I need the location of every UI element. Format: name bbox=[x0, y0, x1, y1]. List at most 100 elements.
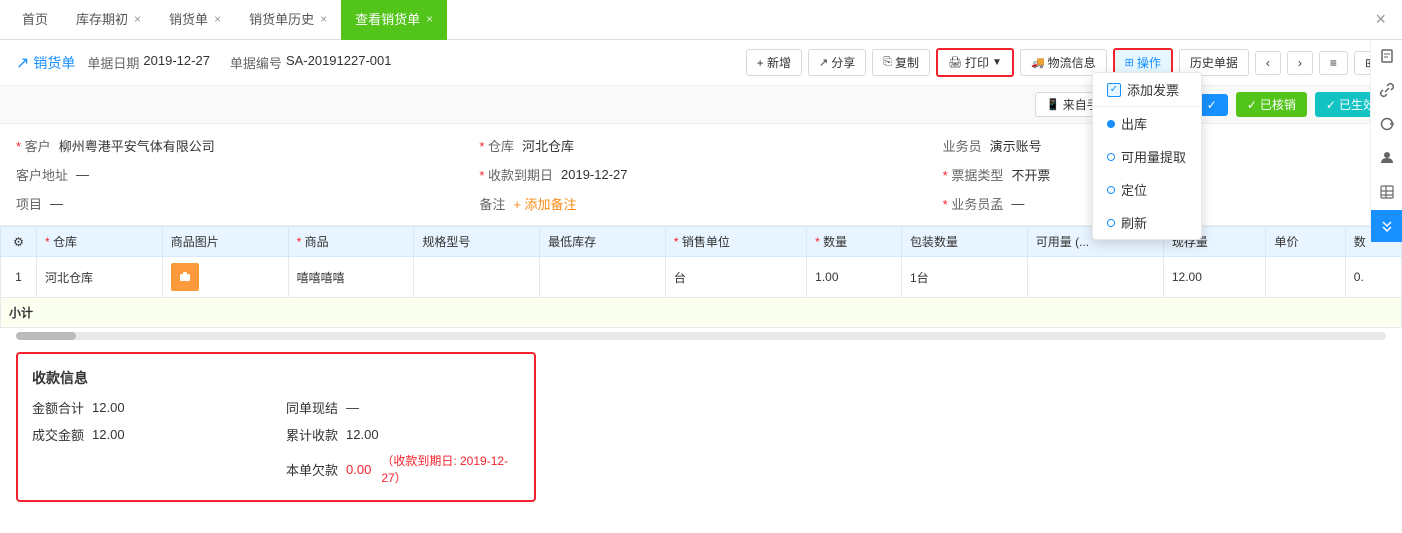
owed-value: 0.00 bbox=[346, 462, 371, 477]
tab-inventory[interactable]: 库存期初 × bbox=[62, 0, 155, 40]
dropdown-out-warehouse-label: 出库 bbox=[1121, 114, 1147, 133]
dropdown-available[interactable]: 可用量提取 bbox=[1093, 140, 1201, 173]
doc-date-field: 单据日期 2019-12-27 bbox=[87, 53, 210, 72]
same-order-label: 同单现结 bbox=[286, 398, 338, 417]
print-button[interactable]: 🖨 打印 ▼ bbox=[936, 48, 1014, 77]
horizontal-scrollbar[interactable] bbox=[16, 332, 1386, 340]
right-sidebar bbox=[1370, 40, 1402, 242]
payment-date-label: 收款到期日 bbox=[479, 165, 553, 184]
copy-button-label: 复制 bbox=[895, 54, 919, 71]
doc-date-value: 2019-12-27 bbox=[143, 53, 210, 72]
cumulative-value: 12.00 bbox=[346, 427, 379, 442]
row-available bbox=[1027, 257, 1163, 298]
tab-sales[interactable]: 销货单 × bbox=[155, 0, 235, 40]
deal-amount-label: 成交金额 bbox=[32, 425, 84, 444]
sidebar-table-icon[interactable] bbox=[1371, 176, 1402, 208]
product-table-wrapper: ⚙ * 仓库 商品图片 * 商品 规格型号 最低库存 * 销售单位 * 数量 包… bbox=[0, 226, 1402, 328]
sales-value: — bbox=[1011, 196, 1024, 211]
sidebar-document-icon[interactable] bbox=[1371, 40, 1402, 72]
tab-view-sales-label: 查看销货单 bbox=[355, 9, 420, 28]
new-button[interactable]: + 新增 bbox=[746, 49, 802, 76]
share-icon: ↗ bbox=[819, 56, 828, 69]
col-pack-qty: 包装数量 bbox=[902, 227, 1028, 257]
tab-sales-history-close[interactable]: × bbox=[320, 12, 327, 26]
window-close-button[interactable]: × bbox=[1367, 9, 1394, 30]
dropdown-add-invoice-label: 添加发票 bbox=[1127, 80, 1179, 99]
deal-amount-value: 12.00 bbox=[92, 427, 125, 442]
from-mobile-icon: 📱 bbox=[1046, 98, 1060, 111]
doc-title-area: ↗ 销货单 单据日期 2019-12-27 单据编号 SA-20191227-0… bbox=[16, 53, 391, 73]
row-img bbox=[162, 257, 288, 298]
payment-date-value: 2019-12-27 bbox=[561, 167, 628, 182]
same-order-value: — bbox=[346, 400, 359, 415]
product-image bbox=[171, 263, 199, 291]
doc-meta: 单据日期 2019-12-27 单据编号 SA-20191227-001 bbox=[87, 53, 391, 72]
address-label: 客户地址 bbox=[16, 165, 68, 184]
tab-view-sales-close[interactable]: × bbox=[426, 12, 433, 26]
view1-button[interactable]: ≡ bbox=[1319, 51, 1348, 75]
col-product: * 商品 bbox=[288, 227, 414, 257]
operation-button-label: 操作 bbox=[1137, 54, 1161, 71]
doc-number-field: 单据编号 SA-20191227-001 bbox=[230, 53, 392, 72]
share-button[interactable]: ↗ 分享 bbox=[808, 49, 866, 76]
customer-label: 客户 bbox=[16, 136, 51, 155]
tab-sales-history[interactable]: 销货单历史 × bbox=[235, 0, 341, 40]
ticket-value: 不开票 bbox=[1011, 165, 1050, 184]
warehouse-field: 仓库 河北仓库 bbox=[479, 136, 922, 155]
row-warehouse: 河北仓库 bbox=[37, 257, 163, 298]
customer-field: 客户 柳州粤港平安气体有限公司 bbox=[16, 136, 459, 155]
sidebar-person-icon[interactable] bbox=[1371, 142, 1402, 174]
tab-view-sales[interactable]: 查看销货单 × bbox=[341, 0, 447, 40]
footer-info: 收款信息 金额合计 12.00 成交金额 12.00 同单现结 — 累计收款 bbox=[16, 352, 536, 502]
dropdown-locate[interactable]: 定位 bbox=[1093, 173, 1201, 206]
tab-bar: 首页 库存期初 × 销货单 × 销货单历史 × 查看销货单 × × bbox=[0, 0, 1402, 40]
tab-sales-history-label: 销货单历史 bbox=[249, 9, 314, 28]
tab-home[interactable]: 首页 bbox=[8, 0, 62, 40]
amount-label: 金额合计 bbox=[32, 398, 84, 417]
toolbar: + 新增 ↗ 分享 ⎘ 复制 🖨 打印 ▼ 🚚 物流信息 ⊞ 操作 bbox=[746, 48, 1386, 77]
print-dropdown-icon: ▼ bbox=[992, 57, 1002, 68]
col-unit: * 销售单位 bbox=[665, 227, 806, 257]
row-min-stock bbox=[540, 257, 666, 298]
confirmed-button[interactable]: ✓ 已核销 bbox=[1236, 92, 1307, 117]
tab-sales-close[interactable]: × bbox=[214, 12, 221, 26]
owed-note: （收款到期日: 2019-12-27） bbox=[381, 452, 520, 486]
col-settings[interactable]: ⚙ bbox=[1, 227, 37, 257]
dot-empty-1-icon bbox=[1107, 153, 1115, 161]
col-spec: 规格型号 bbox=[414, 227, 540, 257]
dropdown-out-warehouse[interactable]: 出库 bbox=[1093, 107, 1201, 140]
scroll-thumb[interactable] bbox=[16, 332, 76, 340]
project-label: 项目 bbox=[16, 194, 42, 213]
copy-button[interactable]: ⎘ 复制 bbox=[872, 49, 930, 76]
footer-right: 同单现结 — 累计收款 12.00 本单欠款 0.00 （收款到期日: 2019… bbox=[286, 398, 520, 486]
new-button-label: + 新增 bbox=[757, 54, 791, 71]
row-qty: 1.00 bbox=[807, 257, 902, 298]
note-add-button[interactable]: + 添加备注 bbox=[513, 194, 576, 213]
staff-label: 业务员 bbox=[943, 136, 982, 155]
payment-date-field: 收款到期日 2019-12-27 bbox=[479, 165, 922, 184]
warehouse-value: 河北仓库 bbox=[522, 136, 574, 155]
print-button-label: 打印 bbox=[965, 54, 989, 71]
amount-field: 金额合计 12.00 bbox=[32, 398, 266, 417]
tab-inventory-close[interactable]: × bbox=[134, 12, 141, 26]
sidebar-refresh-icon[interactable] bbox=[1371, 108, 1402, 140]
ticket-label: 票据类型 bbox=[943, 165, 1004, 184]
subtotal-label: 小计 bbox=[1, 298, 1402, 328]
nav-prev-button[interactable]: ‹ bbox=[1255, 51, 1281, 75]
row-unit: 台 bbox=[665, 257, 806, 298]
dropdown-add-invoice[interactable]: ✓ 添加发票 bbox=[1093, 73, 1201, 106]
operation-icon: ⊞ bbox=[1125, 56, 1134, 69]
sidebar-link-icon[interactable] bbox=[1371, 74, 1402, 106]
col-warehouse: * 仓库 bbox=[37, 227, 163, 257]
owed-field: 本单欠款 0.00 （收款到期日: 2019-12-27） bbox=[286, 452, 520, 486]
dropdown-refresh[interactable]: 刷新 bbox=[1093, 206, 1201, 239]
col-img: 商品图片 bbox=[162, 227, 288, 257]
row-product: 嘻嘻嘻嘻 bbox=[288, 257, 414, 298]
nav-next-button[interactable]: › bbox=[1287, 51, 1313, 75]
table-row: 1 河北仓库 嘻嘻嘻嘻 台 1.00 1台 12.00 bbox=[1, 257, 1402, 298]
row-current-stock: 12.00 bbox=[1163, 257, 1266, 298]
sidebar-expand-icon[interactable] bbox=[1371, 210, 1402, 242]
operation-dropdown: ✓ 添加发票 出库 可用量提取 定位 刷新 bbox=[1092, 72, 1202, 240]
print-icon: 🖨 bbox=[948, 56, 962, 69]
product-table: ⚙ * 仓库 商品图片 * 商品 规格型号 最低库存 * 销售单位 * 数量 包… bbox=[0, 226, 1402, 328]
